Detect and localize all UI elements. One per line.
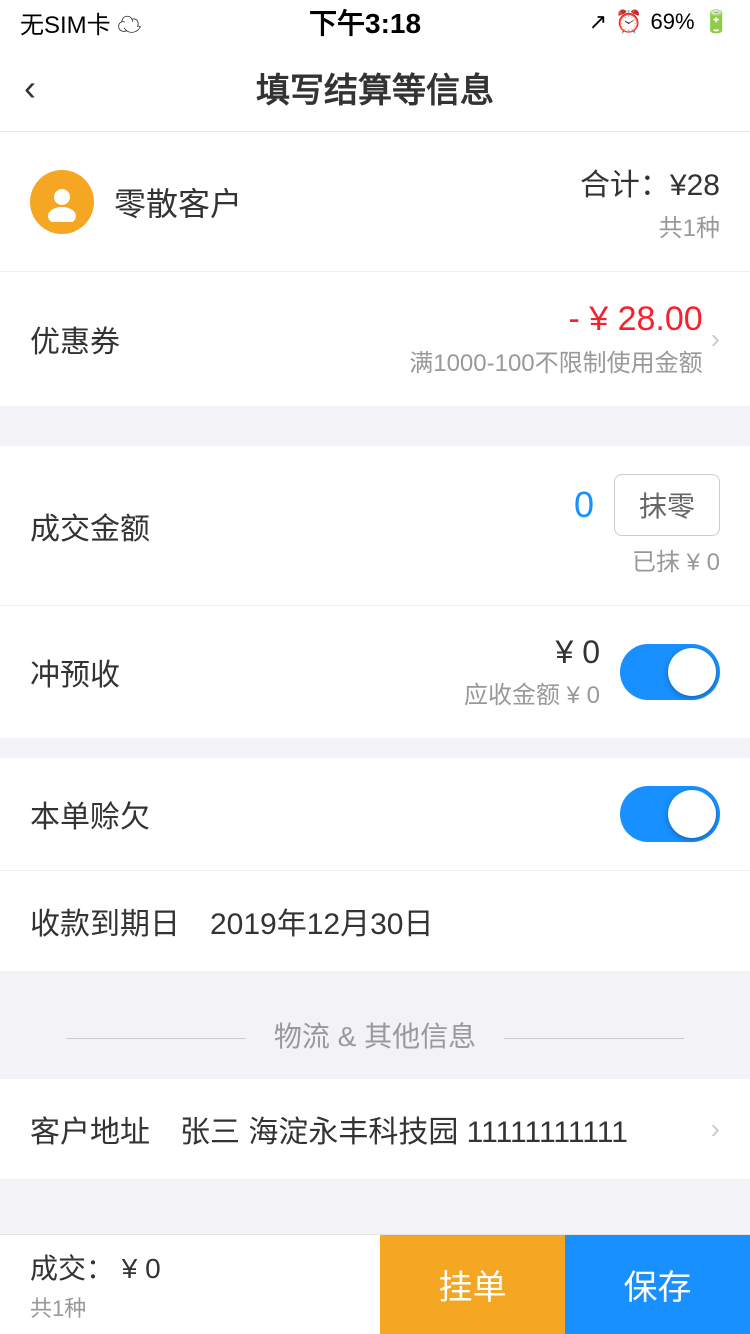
prepay-row: 冲预收 ¥ 0 应收金额 ¥ 0 [0,606,750,738]
debt-label: 本单赊欠 [30,792,150,836]
logistics-separator [0,971,750,991]
logistics-title: 物流 & 其他信息 [274,1015,476,1055]
prepay-label: 冲预收 [30,650,170,694]
bottom-bar: 成交： ¥ 0 共1种 挂单 保存 [0,1234,750,1334]
prepay-sub: 应收金额 ¥ 0 [464,675,600,710]
deal-amount-top: 0 抹零 [534,474,720,536]
back-button[interactable]: ‹ [24,67,36,109]
address-chevron-icon: › [711,1113,720,1145]
prepay-info: ¥ 0 应收金额 ¥ 0 [464,634,600,710]
page-title: 填写结算等信息 [256,63,494,112]
status-right: ↗ ⏰ 69% 🔋 [589,9,730,35]
location-icon: ↗ [589,9,607,35]
sim-status: 无SIM卡 ☁ [20,5,141,40]
prepay-amount: ¥ 0 [464,634,600,671]
coupon-right: - ¥ 28.00 满1000-100不限制使用金额 [409,300,702,378]
status-time: 下午3:18 [309,2,421,42]
deal-amount-label: 成交金额 [30,504,170,548]
hold-button[interactable]: 挂单 [380,1235,565,1334]
due-date-value[interactable]: 2019年12月30日 [210,899,433,943]
coupon-discount: - ¥ 28.00 [409,300,702,339]
battery-icon: 🔋 [703,9,730,35]
debt-toggle[interactable] [620,786,720,842]
address-value: 张三 海淀永丰科技园 11111111111 [180,1107,701,1151]
nav-bar: ‹ 填写结算等信息 [0,44,750,132]
due-date-label: 收款到期日 [30,899,180,943]
customer-section: 零散客户 合计：¥28 共1种 优惠券 - ¥ 28.00 满1000-100不… [0,132,750,406]
address-label: 客户地址 [30,1107,150,1151]
total-amount: 合计：¥28 [580,160,720,204]
bottom-deal-row: 成交： ¥ 0 [30,1247,350,1287]
bottom-deal-amount: ¥ 0 [122,1253,161,1284]
customer-row: 零散客户 合计：¥28 共1种 [0,132,750,271]
coupon-desc: 满1000-100不限制使用金额 [409,343,702,378]
battery-level: 69% [651,9,695,35]
prepay-toggle[interactable] [620,644,720,700]
customer-left: 零散客户 [30,170,242,234]
total-count: 共1种 [580,208,720,243]
prepay-right: ¥ 0 应收金额 ¥ 0 [464,634,720,710]
separator-2 [0,738,750,758]
form-section-2: 本单赊欠 收款到期日 2019年12月30日 [0,758,750,971]
deal-amount-row: 成交金额 0 抹零 已抹 ¥ 0 [0,446,750,606]
debt-row: 本单赊欠 [0,758,750,871]
bottom-count: 共1种 [30,1291,350,1323]
alarm-icon: ⏰ [615,9,642,35]
bottom-info: 成交： ¥ 0 共1种 [0,1247,380,1323]
deal-amount-sub: 已抹 ¥ 0 [632,542,720,577]
status-bar: 无SIM卡 ☁ 下午3:18 ↗ ⏰ 69% 🔋 [0,0,750,44]
address-row[interactable]: 客户地址 张三 海淀永丰科技园 11111111111 › [0,1079,750,1180]
content: 零散客户 合计：¥28 共1种 优惠券 - ¥ 28.00 满1000-100不… [0,132,750,1320]
toggle-thumb [668,648,716,696]
status-left: 无SIM卡 ☁ [20,5,141,40]
save-button[interactable]: 保存 [565,1235,750,1334]
form-section-1: 成交金额 0 抹零 已抹 ¥ 0 冲预收 ¥ 0 应收金额 ¥ 0 [0,446,750,738]
avatar [30,170,94,234]
debt-toggle-thumb [668,790,716,838]
deal-amount-right: 0 抹零 已抹 ¥ 0 [534,474,720,577]
customer-right: 合计：¥28 共1种 [580,160,720,243]
coupon-row[interactable]: 优惠券 - ¥ 28.00 满1000-100不限制使用金额 › [0,271,750,406]
coupon-chevron-icon: › [711,323,720,355]
customer-name: 零散客户 [114,179,242,225]
separator-1 [0,426,750,446]
round-zero-button[interactable]: 抹零 [614,474,720,536]
due-date-row: 收款到期日 2019年12月30日 [0,871,750,971]
coupon-label: 优惠券 [30,317,120,361]
bottom-deal-label: 成交： [30,1253,114,1284]
deal-amount-value[interactable]: 0 [534,484,594,526]
logistics-header: 物流 & 其他信息 [0,991,750,1079]
address-section: 客户地址 张三 海淀永丰科技园 11111111111 › [0,1079,750,1180]
